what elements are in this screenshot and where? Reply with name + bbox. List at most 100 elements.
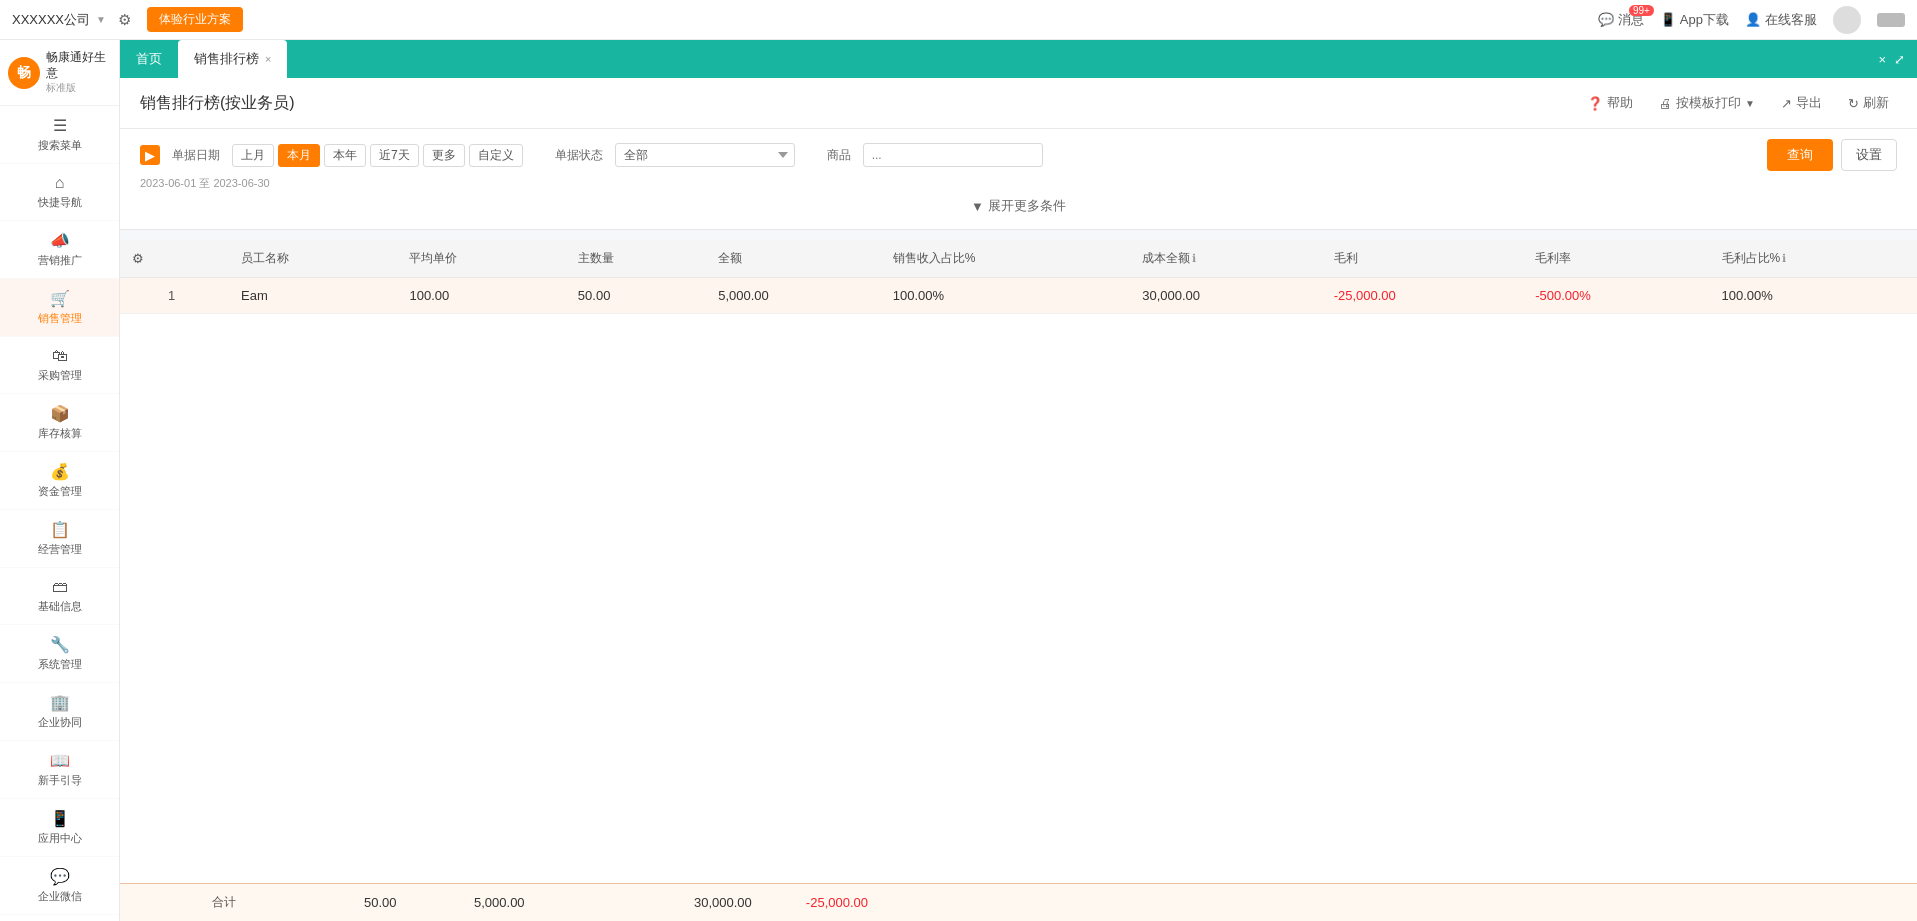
filter-toggle-btn[interactable]: ▶ bbox=[140, 145, 160, 165]
table-container: ⚙ 员工名称 平均单价 主数量 全额 销售收入占比% 成本全额ℹ 毛利 bbox=[120, 240, 1917, 883]
cell-avg-price: 100.00 bbox=[397, 278, 565, 314]
top-bar: XXXXXX公司 ▼ ⚙ 体验行业方案 💬 消息 99+ 📱 App下载 👤 在… bbox=[0, 0, 1917, 40]
sidebar-item-new-guide[interactable]: 📖 新手引导 bbox=[0, 741, 119, 799]
inventory-icon: 📦 bbox=[50, 404, 70, 423]
message-icon: 💬 bbox=[1598, 12, 1614, 27]
page-title: 销售排行榜(按业务员) bbox=[140, 93, 295, 114]
sidebar-item-enterprise-wechat[interactable]: 💬 企业微信 bbox=[0, 857, 119, 915]
date-range-display: 2023-06-01 至 2023-06-30 bbox=[140, 175, 1897, 191]
sidebar-item-enterprise-collab[interactable]: 🏢 企业协同 bbox=[0, 683, 119, 741]
settings-icon[interactable]: ⚙ bbox=[118, 11, 131, 29]
sidebar-item-system[interactable]: 🔧 系统管理 bbox=[0, 625, 119, 683]
export-icon: ↗ bbox=[1781, 96, 1792, 111]
col-amount: 全额 bbox=[706, 240, 881, 278]
table-footer: 合计 50.00 5,000.00 30,000.00 -25,000.00 bbox=[120, 883, 1917, 921]
sidebar-label-purchase: 采购管理 bbox=[38, 368, 82, 383]
logo-text-block: 畅康通好生意 标准版 bbox=[46, 50, 111, 95]
tab-home[interactable]: 首页 bbox=[120, 40, 178, 78]
expand-conditions-btn[interactable]: ▼ 展开更多条件 bbox=[140, 191, 1897, 219]
sidebar-item-quick-nav[interactable]: ⌂ 快捷导航 bbox=[0, 164, 119, 221]
cell-gross-pct: 100.00% bbox=[1710, 278, 1917, 314]
help-icon: ❓ bbox=[1587, 96, 1603, 111]
help-label: 帮助 bbox=[1607, 94, 1633, 112]
date-btn-current-year[interactable]: 本年 bbox=[324, 144, 366, 167]
cell-rank: 1 bbox=[156, 278, 229, 314]
status-select[interactable]: 全部 bbox=[615, 143, 795, 167]
gross-pct-info-icon[interactable]: ℹ bbox=[1782, 252, 1786, 264]
sidebar-item-inventory[interactable]: 📦 库存核算 bbox=[0, 394, 119, 452]
content-area: 首页 销售排行榜 × × ⤢ 销售排行榜(按业务员) ❓ 帮助 bbox=[120, 40, 1917, 921]
sidebar-label-new-guide: 新手引导 bbox=[38, 773, 82, 788]
sales-icon: 🛒 bbox=[50, 289, 70, 308]
tab-close-icon[interactable]: × bbox=[265, 53, 271, 65]
sidebar-item-purchase[interactable]: 🛍 采购管理 bbox=[0, 337, 119, 394]
status-select-wrapper: 全部 bbox=[615, 143, 795, 167]
cell-sales-pct: 100.00% bbox=[881, 278, 1131, 314]
cell-gross-rate: -500.00% bbox=[1523, 278, 1709, 314]
sidebar-item-base-info[interactable]: 🗃 基础信息 bbox=[0, 568, 119, 625]
print-btn[interactable]: 🖨 按模板打印 ▼ bbox=[1651, 90, 1763, 116]
new-guide-icon: 📖 bbox=[50, 751, 70, 770]
header-row: ⚙ 员工名称 平均单价 主数量 全额 销售收入占比% 成本全额ℹ 毛利 bbox=[120, 240, 1917, 278]
avatar2[interactable] bbox=[1877, 13, 1905, 27]
message-btn[interactable]: 💬 消息 99+ bbox=[1598, 11, 1644, 29]
footer-amount: 5,000.00 bbox=[462, 895, 542, 910]
help-btn[interactable]: ❓ 帮助 bbox=[1579, 90, 1641, 116]
page-header: 销售排行榜(按业务员) ❓ 帮助 🖨 按模板打印 ▼ ↗ 导出 bbox=[120, 78, 1917, 129]
sidebar-item-sales[interactable]: 🛒 销售管理 bbox=[0, 279, 119, 337]
service-label: 在线客服 bbox=[1765, 11, 1817, 29]
window-close-icon[interactable]: × bbox=[1878, 52, 1886, 67]
sidebar-label-quick-nav: 快捷导航 bbox=[38, 195, 82, 210]
date-btn-current-month[interactable]: 本月 bbox=[278, 144, 320, 167]
cell-amount: 5,000.00 bbox=[706, 278, 881, 314]
refresh-icon: ↻ bbox=[1848, 96, 1859, 111]
cell-settings bbox=[120, 278, 156, 314]
sidebar-item-operations[interactable]: 📋 经营管理 bbox=[0, 510, 119, 568]
window-expand-icon[interactable]: ⤢ bbox=[1894, 52, 1905, 67]
trial-btn[interactable]: 体验行业方案 bbox=[147, 7, 243, 32]
sidebar-logo: 畅 畅康通好生意 标准版 bbox=[0, 40, 119, 106]
table-header: ⚙ 员工名称 平均单价 主数量 全额 销售收入占比% 成本全额ℹ 毛利 bbox=[120, 240, 1917, 278]
date-btn-prev-month[interactable]: 上月 bbox=[232, 144, 274, 167]
footer-cost: 30,000.00 bbox=[682, 895, 764, 910]
app-download-btn[interactable]: 📱 App下载 bbox=[1660, 11, 1729, 29]
logo-tag: 标准版 bbox=[46, 81, 111, 95]
tab-sales-rank[interactable]: 销售排行榜 × bbox=[178, 40, 287, 78]
tab-sales-rank-label: 销售排行榜 bbox=[194, 50, 259, 68]
date-btn-custom[interactable]: 自定义 bbox=[469, 144, 523, 167]
online-service-btn[interactable]: 👤 在线客服 bbox=[1745, 11, 1817, 29]
tab-home-label: 首页 bbox=[136, 50, 162, 68]
col-name: 员工名称 bbox=[229, 240, 397, 278]
sidebar-label-sales: 销售管理 bbox=[38, 311, 82, 326]
col-settings-icon[interactable]: ⚙ bbox=[132, 251, 144, 266]
sidebar-item-search-orders[interactable]: ☰ 搜索菜单 bbox=[0, 106, 119, 164]
company-selector[interactable]: XXXXXX公司 ▼ bbox=[12, 11, 106, 29]
main-layout: 畅 畅康通好生意 标准版 ☰ 搜索菜单 ⌂ 快捷导航 📣 营销推广 🛒 销售管理… bbox=[0, 40, 1917, 921]
footer-values: 50.00 5,000.00 30,000.00 -25,000.00 bbox=[292, 895, 1905, 910]
base-info-icon: 🗃 bbox=[52, 578, 68, 596]
sidebar-item-member[interactable]: V 畅会员 bbox=[0, 915, 119, 921]
avatar[interactable] bbox=[1833, 6, 1861, 34]
date-range-text: 2023-06-01 至 2023-06-30 bbox=[140, 177, 270, 189]
status-filter-label: 单据状态 bbox=[555, 147, 603, 164]
operations-icon: 📋 bbox=[50, 520, 70, 539]
print-dropdown-icon: ▼ bbox=[1745, 98, 1755, 109]
logo-icon: 畅 bbox=[8, 57, 40, 89]
query-btn[interactable]: 查询 bbox=[1767, 139, 1833, 171]
date-btn-last7days[interactable]: 近7天 bbox=[370, 144, 419, 167]
date-btn-more[interactable]: 更多 bbox=[423, 144, 465, 167]
settings-btn[interactable]: 设置 bbox=[1841, 139, 1897, 171]
export-btn[interactable]: ↗ 导出 bbox=[1773, 90, 1830, 116]
app-label: App下载 bbox=[1680, 11, 1729, 29]
sidebar-item-finance[interactable]: 💰 资金管理 bbox=[0, 452, 119, 510]
date-filter-label: 单据日期 bbox=[172, 147, 220, 164]
sidebar-item-marketing[interactable]: 📣 营销推广 bbox=[0, 221, 119, 279]
print-icon: 🖨 bbox=[1659, 96, 1672, 111]
refresh-btn[interactable]: ↻ 刷新 bbox=[1840, 90, 1897, 116]
goods-input[interactable] bbox=[863, 143, 1043, 167]
page-header-actions: ❓ 帮助 🖨 按模板打印 ▼ ↗ 导出 ↻ 刷新 bbox=[1579, 90, 1897, 116]
col-cost: 成本全额ℹ bbox=[1130, 240, 1321, 278]
sidebar-item-app-center[interactable]: 📱 应用中心 bbox=[0, 799, 119, 857]
cost-info-icon[interactable]: ℹ bbox=[1192, 252, 1196, 264]
app-icon: 📱 bbox=[1660, 12, 1676, 27]
